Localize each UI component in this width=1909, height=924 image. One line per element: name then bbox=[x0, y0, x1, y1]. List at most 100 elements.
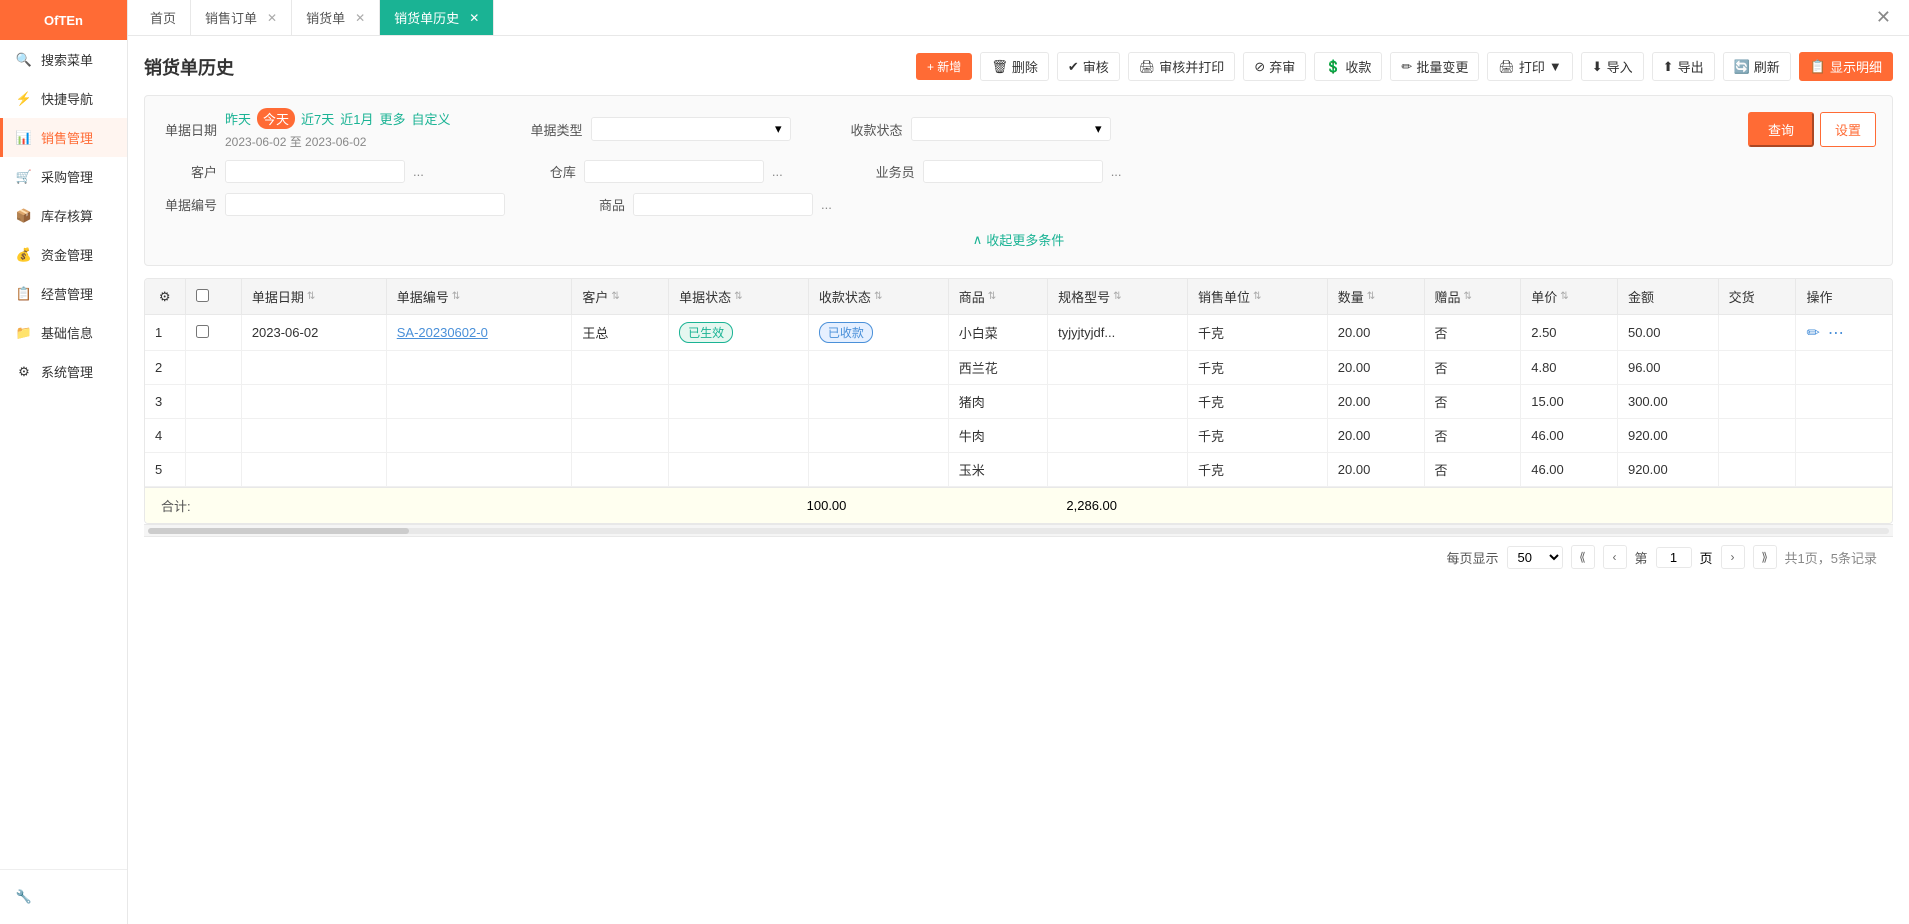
payment-status-select[interactable]: ▾ bbox=[911, 117, 1111, 141]
abandon-button[interactable]: ⊘ 弃审 bbox=[1243, 52, 1306, 81]
sidebar-item-sys-mgmt[interactable]: ⚙ 系统管理 bbox=[0, 352, 127, 391]
sort-goods-icon[interactable]: ⇅ bbox=[988, 291, 996, 302]
collect-button[interactable]: 💲 收款 bbox=[1314, 52, 1382, 81]
scrollbar-thumb[interactable] bbox=[148, 528, 409, 534]
sort-gift-icon[interactable]: ⇅ bbox=[1464, 291, 1472, 302]
row1-select-checkbox[interactable] bbox=[196, 325, 209, 338]
page-size-select[interactable]: 50 100 200 bbox=[1507, 546, 1563, 569]
tab-home[interactable]: 首页 bbox=[136, 0, 191, 35]
sidebar-item-settings-bottom[interactable]: 🔧 bbox=[0, 878, 127, 916]
sort-customer-icon[interactable]: ⇅ bbox=[611, 291, 619, 302]
tab-close-sales-order[interactable]: ✕ bbox=[267, 11, 277, 25]
sort-qty-icon[interactable]: ⇅ bbox=[1367, 291, 1375, 302]
horizontal-scrollbar[interactable] bbox=[144, 524, 1893, 536]
th-amount: 金额 bbox=[1617, 279, 1718, 315]
prev-page-button[interactable]: ‹ bbox=[1603, 545, 1627, 569]
sidebar-item-inventory[interactable]: 📦 库存核算 bbox=[0, 196, 127, 235]
row1-doc-no-link[interactable]: SA-20230602-0 bbox=[397, 325, 488, 340]
table-row: 3 猪肉 千克 20.00 否 15.00 300.00 bbox=[145, 385, 1892, 419]
warehouse-input[interactable] bbox=[584, 160, 764, 183]
shortcut-more[interactable]: 更多 bbox=[380, 109, 406, 128]
import-button[interactable]: ⬇ 导入 bbox=[1581, 52, 1644, 81]
audit-button[interactable]: ✔ 审核 bbox=[1057, 52, 1120, 81]
shortcut-custom[interactable]: 自定义 bbox=[412, 109, 451, 128]
setting-button[interactable]: 设置 bbox=[1820, 112, 1876, 147]
row4-doc-date bbox=[241, 419, 386, 453]
doc-type-select[interactable]: ▾ bbox=[591, 117, 791, 141]
print-button[interactable]: 🖨 打印 ▼ bbox=[1487, 52, 1572, 81]
customer-ellipsis[interactable]: ... bbox=[413, 164, 424, 179]
audit-print-button[interactable]: 🖨 审核并打印 bbox=[1128, 52, 1236, 81]
page-number-input[interactable] bbox=[1656, 547, 1692, 568]
th-settings[interactable]: ⚙ bbox=[145, 279, 185, 315]
sidebar-item-search-menu[interactable]: 🔍 搜索菜单 bbox=[0, 40, 127, 79]
row2-doc-status bbox=[669, 351, 809, 385]
tab-sales-history[interactable]: 销货单历史 ✕ bbox=[380, 0, 494, 35]
batch-change-button[interactable]: ✏ 批量变更 bbox=[1390, 52, 1479, 81]
sort-spec-icon[interactable]: ⇅ bbox=[1113, 291, 1121, 302]
doc-no-input[interactable] bbox=[225, 193, 505, 216]
collapse-button[interactable]: ∧ 收起更多条件 bbox=[161, 226, 1876, 253]
first-page-button[interactable]: ⟪ bbox=[1571, 545, 1595, 569]
shortcut-yesterday[interactable]: 昨天 bbox=[225, 109, 251, 128]
cancel-icon: ⊘ bbox=[1254, 59, 1265, 75]
row5-goods: 玉米 bbox=[948, 453, 1047, 487]
refresh-button[interactable]: 🔄 刷新 bbox=[1723, 52, 1791, 81]
tab-sales-order[interactable]: 销售订单 ✕ bbox=[191, 0, 292, 35]
row2-payment-status bbox=[808, 351, 948, 385]
sort-payment-status-icon[interactable]: ⇅ bbox=[874, 291, 882, 302]
row4-unit-price: 46.00 bbox=[1521, 419, 1618, 453]
table-row: 1 2023-06-02 SA-20230602-0 王总 已生效 已收款 bbox=[145, 315, 1892, 351]
sidebar-item-purchase-mgmt[interactable]: 🛒 采购管理 bbox=[0, 157, 127, 196]
row1-more-icon[interactable]: ⋯ bbox=[1828, 323, 1844, 343]
tab-close-sales-delivery[interactable]: ✕ bbox=[355, 11, 365, 25]
delete-button[interactable]: 🗑 删除 bbox=[980, 52, 1049, 81]
sidebar-item-ops-mgmt[interactable]: 📋 经营管理 bbox=[0, 274, 127, 313]
row1-doc-status-badge: 已生效 bbox=[679, 322, 733, 343]
sort-doc-status-icon[interactable]: ⇅ bbox=[734, 291, 742, 302]
sidebar-item-finance[interactable]: 💰 资金管理 bbox=[0, 235, 127, 274]
last-page-button[interactable]: ⟫ bbox=[1753, 545, 1777, 569]
tab-close-all-button[interactable]: ✕ bbox=[1866, 7, 1901, 28]
row4-goods: 牛肉 bbox=[948, 419, 1047, 453]
shortcut-7days[interactable]: 近7天 bbox=[301, 109, 334, 128]
customer-input[interactable] bbox=[225, 160, 405, 183]
box-icon: 📦 bbox=[15, 207, 33, 225]
tab-sales-delivery[interactable]: 销货单 ✕ bbox=[292, 0, 380, 35]
goods-ellipsis[interactable]: ... bbox=[821, 197, 832, 212]
pagination-bar: 每页显示 50 100 200 ⟪ ‹ 第 页 › ⟫ 共1页，5条记录 bbox=[144, 536, 1893, 577]
query-button[interactable]: 查询 bbox=[1748, 112, 1814, 147]
sidebar-item-base-info[interactable]: 📁 基础信息 bbox=[0, 313, 127, 352]
th-gift: 赠品 ⇅ bbox=[1424, 279, 1521, 315]
sort-doc-date-icon[interactable]: ⇅ bbox=[307, 291, 315, 302]
add-button[interactable]: + 新增 bbox=[916, 53, 972, 80]
detail-icon: 📋 bbox=[1810, 59, 1826, 75]
th-doc-date: 单据日期 ⇅ bbox=[241, 279, 386, 315]
next-page-button[interactable]: › bbox=[1721, 545, 1745, 569]
row4-spec bbox=[1048, 419, 1188, 453]
sidebar-item-quick-nav[interactable]: ⚡ 快捷导航 bbox=[0, 79, 127, 118]
row1-edit-icon[interactable]: ✏ bbox=[1806, 323, 1819, 343]
refresh-icon: 🔄 bbox=[1734, 59, 1750, 75]
sort-doc-no-icon[interactable]: ⇅ bbox=[452, 291, 460, 302]
customer-label: 客户 bbox=[161, 162, 217, 181]
tab-close-sales-history[interactable]: ✕ bbox=[469, 11, 479, 25]
shortcut-today[interactable]: 今天 bbox=[257, 108, 295, 129]
goods-input[interactable] bbox=[633, 193, 813, 216]
ops-icon: 📋 bbox=[15, 285, 33, 303]
th-action: 操作 bbox=[1796, 279, 1892, 315]
show-detail-button[interactable]: 📋 显示明细 bbox=[1799, 52, 1893, 81]
staff-ellipsis[interactable]: ... bbox=[1111, 164, 1122, 179]
warehouse-ellipsis[interactable]: ... bbox=[772, 164, 783, 179]
sort-sales-unit-icon[interactable]: ⇅ bbox=[1253, 291, 1261, 302]
staff-input[interactable] bbox=[923, 160, 1103, 183]
row3-qty: 20.00 bbox=[1327, 385, 1424, 419]
export-button[interactable]: ⬆ 导出 bbox=[1652, 52, 1715, 81]
row1-amount: 50.00 bbox=[1617, 315, 1718, 351]
row1-customer: 王总 bbox=[572, 315, 669, 351]
select-all-checkbox[interactable] bbox=[196, 289, 209, 302]
sidebar-item-sales-mgmt[interactable]: 📊 销售管理 bbox=[0, 118, 127, 157]
shortcut-1month[interactable]: 近1月 bbox=[340, 109, 373, 128]
staff-label: 业务员 bbox=[859, 162, 915, 181]
sort-unit-price-icon[interactable]: ⇅ bbox=[1560, 291, 1568, 302]
